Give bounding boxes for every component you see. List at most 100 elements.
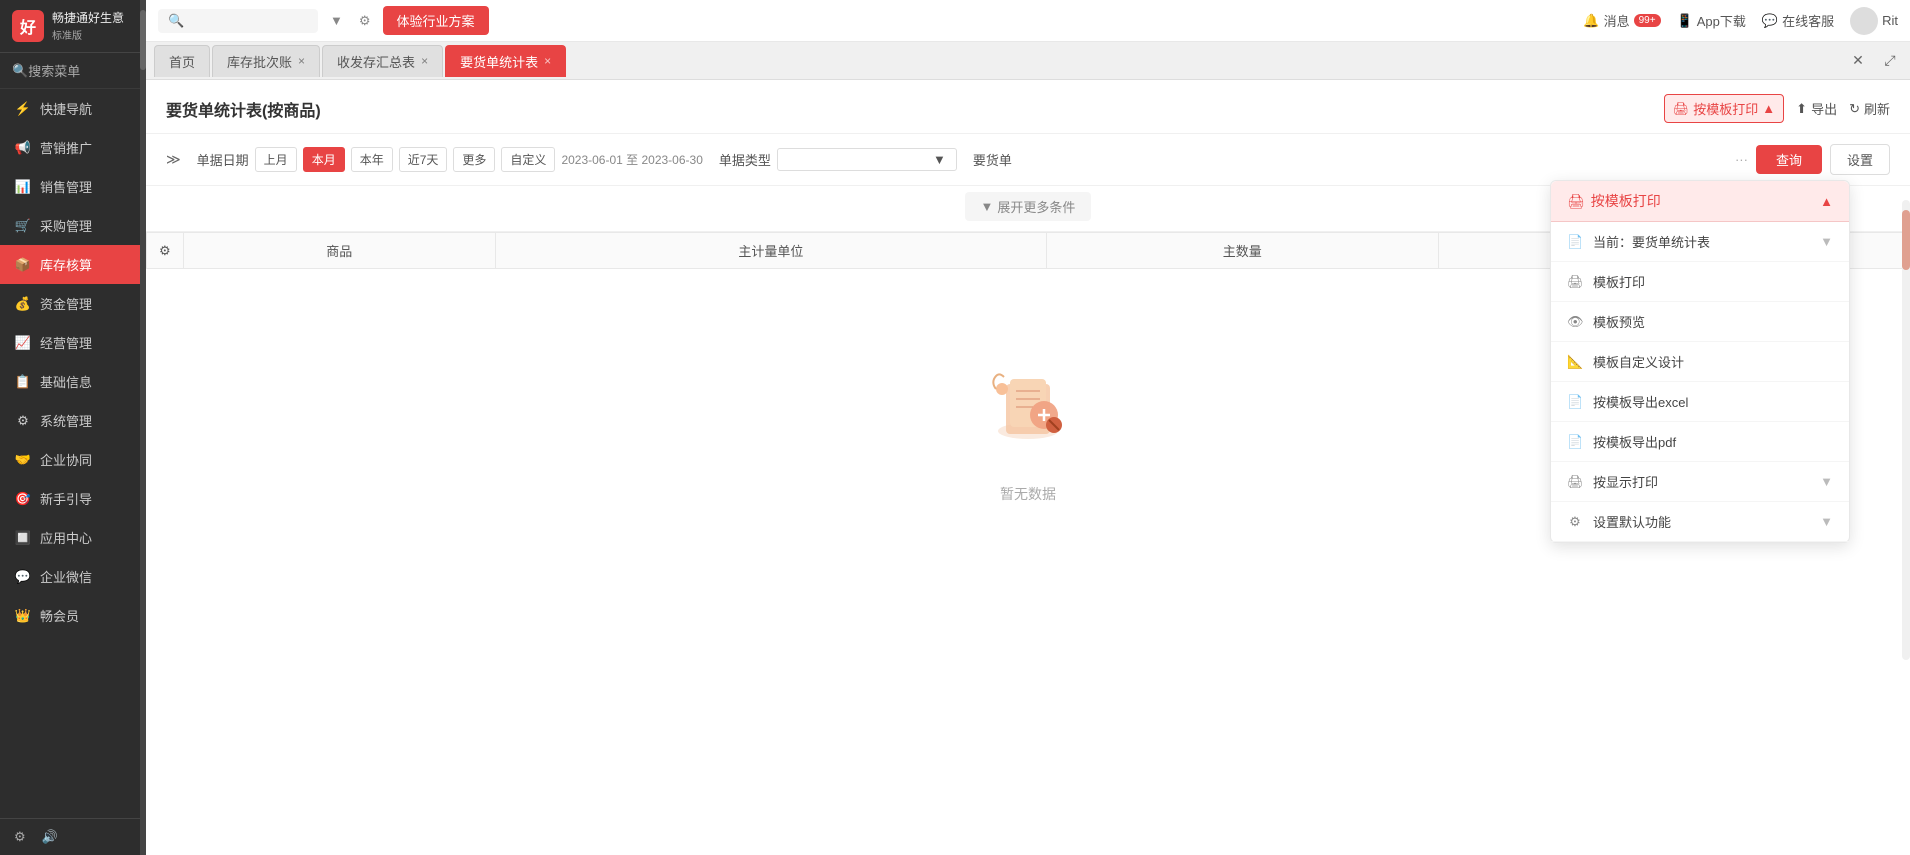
print-btn-chevron-up: ▲ (1762, 101, 1775, 116)
order-type-select[interactable]: ▼ (777, 148, 957, 171)
query-btn[interactable]: 查询 (1756, 145, 1822, 174)
display-print-icon: 🖨 (1567, 474, 1583, 490)
tab-batch-accounts[interactable]: 库存批次账 × (212, 45, 320, 77)
template-print-icon: 🖨 (1567, 274, 1583, 290)
sidebar-item-marketing[interactable]: 📢 营销推广 (0, 128, 140, 167)
print-dropdown-title-text: 按模板打印 (1591, 191, 1661, 211)
date-last-month-btn[interactable]: 上月 (255, 147, 297, 172)
purchase-icon: 🛒 (14, 218, 32, 234)
more-options-btn[interactable]: ··· (1735, 152, 1748, 167)
online-service-item[interactable]: 💬 在线客服 (1762, 11, 1834, 30)
dropdown-template-design-label: 模板自定义设计 (1593, 352, 1684, 371)
dropdown-current-template[interactable]: 📄 当前：要货单统计表 ▼ (1551, 222, 1849, 262)
sidebar-item-guide[interactable]: 🎯 新手引导 (0, 479, 140, 518)
app-download-item[interactable]: 📱 App下载 (1677, 11, 1746, 30)
tab-collect-summary-close[interactable]: × (421, 54, 428, 68)
dropdown-export-pdf[interactable]: 📄 按模板导出pdf (1551, 422, 1849, 462)
dropdown-template-preview[interactable]: 👁 模板预览 (1551, 302, 1849, 342)
sidebar-item-operation[interactable]: 📈 经营管理 (0, 323, 140, 362)
topbar-search[interactable]: 🔍 (158, 9, 318, 33)
expand-more-conditions-btn[interactable]: ▼ 展开更多条件 (965, 192, 1092, 221)
date-more-btn[interactable]: 更多 (453, 147, 495, 172)
enterprise-wechat-icon: 💬 (14, 569, 32, 585)
th-quantity: 主数量 (1046, 233, 1438, 269)
sidebar-item-sales[interactable]: 📊 销售管理 (0, 167, 140, 206)
template-design-icon: 📐 (1567, 354, 1583, 370)
tab-order-stats-close[interactable]: × (544, 54, 551, 68)
online-service-label: 在线客服 (1782, 11, 1834, 30)
sidebar-item-enterprise-wechat[interactable]: 💬 企业微信 (0, 557, 140, 596)
export-btn[interactable]: ⬆ 导出 (1796, 99, 1837, 118)
sidebar-search-label: 搜索菜单 (28, 61, 80, 80)
trial-btn[interactable]: 体验行业方案 (383, 6, 489, 35)
print-dropdown-chevron-up[interactable]: ▲ (1820, 194, 1833, 209)
tab-batch-accounts-close[interactable]: × (298, 54, 305, 68)
dropdown-template-design[interactable]: 📐 模板自定义设计 (1551, 342, 1849, 382)
sidebar-item-quick-nav[interactable]: ⚡ 快捷导航 (0, 89, 140, 128)
sidebar-logo: 好 畅捷通好生意 标准版 (0, 0, 140, 53)
printer-icon: 🖨 (1673, 101, 1690, 117)
sidebar-item-purchase-label: 采购管理 (40, 216, 92, 235)
tab-order-stats-label: 要货单统计表 (460, 52, 538, 71)
th-settings[interactable]: ⚙ (147, 233, 184, 269)
date-7days-btn[interactable]: 近7天 (399, 147, 448, 172)
sidebar-item-finance-label: 资金管理 (40, 294, 92, 313)
sidebar-item-basic[interactable]: 📋 基础信息 (0, 362, 140, 401)
refresh-icon: ↻ (1849, 101, 1860, 117)
date-this-year-btn[interactable]: 本年 (351, 147, 393, 172)
dropdown-default-settings[interactable]: ⚙ 设置默认功能 ▼ (1551, 502, 1849, 542)
filter-expand-btn[interactable]: ≫ (166, 151, 181, 168)
dropdown-default-settings-arrow: ▼ (1820, 514, 1833, 529)
tab-home-label: 首页 (169, 52, 195, 71)
default-settings-icon: ⚙ (1567, 514, 1583, 530)
dropdown-display-print[interactable]: 🖨 按显示打印 ▼ (1551, 462, 1849, 502)
tab-collect-summary[interactable]: 收发存汇总表 × (322, 45, 443, 77)
dropdown-export-excel[interactable]: 📄 按模板导出excel (1551, 382, 1849, 422)
sidebar-bottom: ⚙ 🔊 (0, 818, 140, 855)
expand-more-label: 展开更多条件 (997, 197, 1075, 216)
print-template-btn[interactable]: 🖨 按模板打印 ▲ (1664, 94, 1784, 123)
member-icon: 👑 (14, 608, 32, 624)
empty-text: 暂无数据 (1000, 484, 1056, 504)
date-range-text: 2023-06-01 至 2023-06-30 (561, 151, 702, 168)
sidebar-item-collab[interactable]: 🤝 企业协同 (0, 440, 140, 479)
dropdown-display-print-label: 按显示打印 (1593, 472, 1658, 491)
sidebar-item-system[interactable]: ⚙ 系统管理 (0, 401, 140, 440)
tab-expand-btn[interactable]: ⤢ (1878, 49, 1902, 73)
right-scrollbar-track[interactable] (1902, 200, 1910, 660)
dropdown-default-settings-label: 设置默认功能 (1593, 512, 1671, 531)
sidebar-item-member[interactable]: 👑 畅会员 (0, 596, 140, 635)
sidebar-search[interactable]: 🔍 搜索菜单 (0, 53, 140, 89)
sidebar-item-inventory[interactable]: 📦 库存核算 (0, 245, 140, 284)
app-version: 标准版 (52, 27, 124, 42)
dropdown-template-preview-label: 模板预览 (1593, 312, 1645, 331)
order-type-label: 单据类型 (719, 150, 771, 169)
sidebar-item-purchase[interactable]: 🛒 采购管理 (0, 206, 140, 245)
date-custom-btn[interactable]: 自定义 (501, 147, 555, 172)
sidebar-item-finance[interactable]: 💰 资金管理 (0, 284, 140, 323)
dropdown-template-print[interactable]: 🖨 模板打印 (1551, 262, 1849, 302)
notification-item[interactable]: 🔔 消息 99+ (1583, 11, 1660, 30)
tab-home[interactable]: 首页 (154, 45, 210, 77)
topbar-gear-icon[interactable]: ▼ (326, 9, 347, 32)
filter-bar: ≫ 单据日期 上月 本月 本年 近7天 更多 自定义 2023-06-01 至 … (146, 134, 1910, 186)
settings-bottom-icon[interactable]: ⚙ (14, 829, 26, 845)
tab-order-stats[interactable]: 要货单统计表 × (445, 45, 566, 77)
require-goods-label: 要货单 (973, 150, 1012, 169)
main-content: 🔍 ▼ ⚙ 体验行业方案 🔔 消息 99+ 📱 App下载 💬 在线客服 Rit (146, 0, 1910, 855)
tabbar: 首页 库存批次账 × 收发存汇总表 × 要货单统计表 × ✕ ⤢ (146, 42, 1910, 80)
tab-close-all-btn[interactable]: ✕ (1846, 49, 1870, 73)
refresh-btn[interactable]: ↻ 刷新 (1849, 99, 1890, 118)
audio-icon[interactable]: 🔊 (42, 829, 58, 845)
topbar-settings-icon[interactable]: ⚙ (355, 9, 375, 33)
user-avatar-item[interactable]: Rit (1850, 7, 1898, 35)
user-avatar (1850, 7, 1878, 35)
current-template-icon: 📄 (1567, 234, 1583, 250)
operation-icon: 📈 (14, 335, 32, 351)
settings-filter-btn[interactable]: 设置 (1830, 144, 1890, 175)
date-this-month-btn[interactable]: 本月 (303, 147, 345, 172)
app-download-label: App下载 (1697, 11, 1746, 30)
service-icon: 💬 (1762, 13, 1778, 29)
system-icon: ⚙ (14, 413, 32, 429)
sidebar-item-app-center[interactable]: 🔲 应用中心 (0, 518, 140, 557)
